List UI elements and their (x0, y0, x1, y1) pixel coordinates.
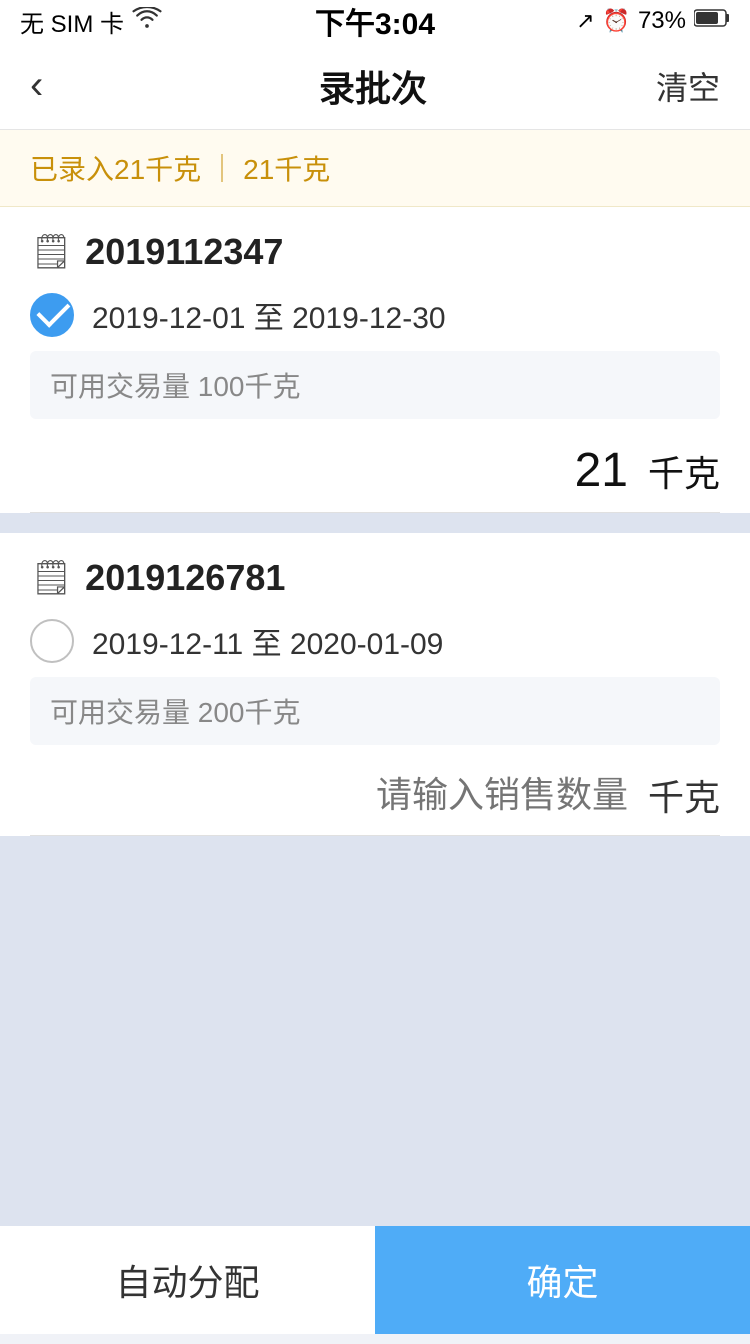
page-title: 录批次 (319, 60, 427, 112)
available-2: 可用交易量 200千克 (30, 677, 720, 745)
auto-distribute-button[interactable]: 自动分配 (0, 1226, 375, 1334)
empty-area (0, 836, 750, 1236)
quantity-row-1: 21 千克 (0, 433, 750, 498)
content-area: 已录入21千克 21千克 🗒 2019112347 2019-12-01 至 2… (0, 130, 750, 1344)
radio-1[interactable] (30, 293, 74, 337)
location-icon: ↗ (576, 8, 594, 34)
quantity-value-1: 21 (548, 443, 628, 498)
quantity-unit-2: 千克 (648, 769, 720, 821)
status-time: 下午3:04 (315, 0, 435, 43)
quantity-input-row-2: 千克 (0, 759, 750, 821)
batch-row-2: 2019-12-11 至 2020-01-09 (0, 609, 750, 677)
batch-separator (0, 513, 750, 533)
batch-icon-2: 🗒 (30, 558, 73, 598)
battery-text: 73% (638, 7, 686, 35)
batch-header-1: 🗒 2019112347 (0, 207, 750, 283)
bottom-bar: 自动分配 确定 (0, 1226, 750, 1334)
summary-total: 21千克 (243, 148, 330, 188)
nav-bar: ‹ 录批次 清空 (0, 42, 750, 130)
batch-date-1: 2019-12-01 至 2019-12-30 (92, 293, 446, 337)
batch-icon-1: 🗒 (30, 232, 73, 272)
batch-card-2: 🗒 2019126781 2019-12-11 至 2020-01-09 可用交… (0, 533, 750, 836)
radio-2[interactable] (30, 619, 74, 663)
quantity-input-2[interactable] (30, 774, 628, 816)
batch-header-2: 🗒 2019126781 (0, 533, 750, 609)
summary-bar: 已录入21千克 21千克 (0, 130, 750, 207)
back-button[interactable]: ‹ (30, 63, 90, 108)
summary-divider (221, 154, 223, 182)
status-left: 无 SIM 卡 (20, 4, 162, 39)
batch-id-1: 2019112347 (85, 231, 283, 273)
summary-entered: 已录入21千克 (30, 148, 201, 188)
batch-date-2: 2019-12-11 至 2020-01-09 (92, 619, 443, 663)
status-bar: 无 SIM 卡 下午3:04 ↗ ⏰ 73% (0, 0, 750, 42)
carrier-text: 无 SIM 卡 (20, 4, 124, 39)
batch-row-1: 2019-12-01 至 2019-12-30 (0, 283, 750, 351)
available-1: 可用交易量 100千克 (30, 351, 720, 419)
battery-icon (694, 7, 730, 35)
confirm-button[interactable]: 确定 (375, 1226, 750, 1334)
quantity-unit-1: 千克 (648, 445, 720, 497)
clear-button[interactable]: 清空 (656, 63, 720, 109)
batch-id-2: 2019126781 (85, 557, 285, 599)
wifi-icon (132, 7, 162, 36)
batch-card-1: 🗒 2019112347 2019-12-01 至 2019-12-30 可用交… (0, 207, 750, 513)
alarm-icon: ⏰ (603, 8, 630, 34)
status-right: ↗ ⏰ 73% (576, 7, 730, 35)
